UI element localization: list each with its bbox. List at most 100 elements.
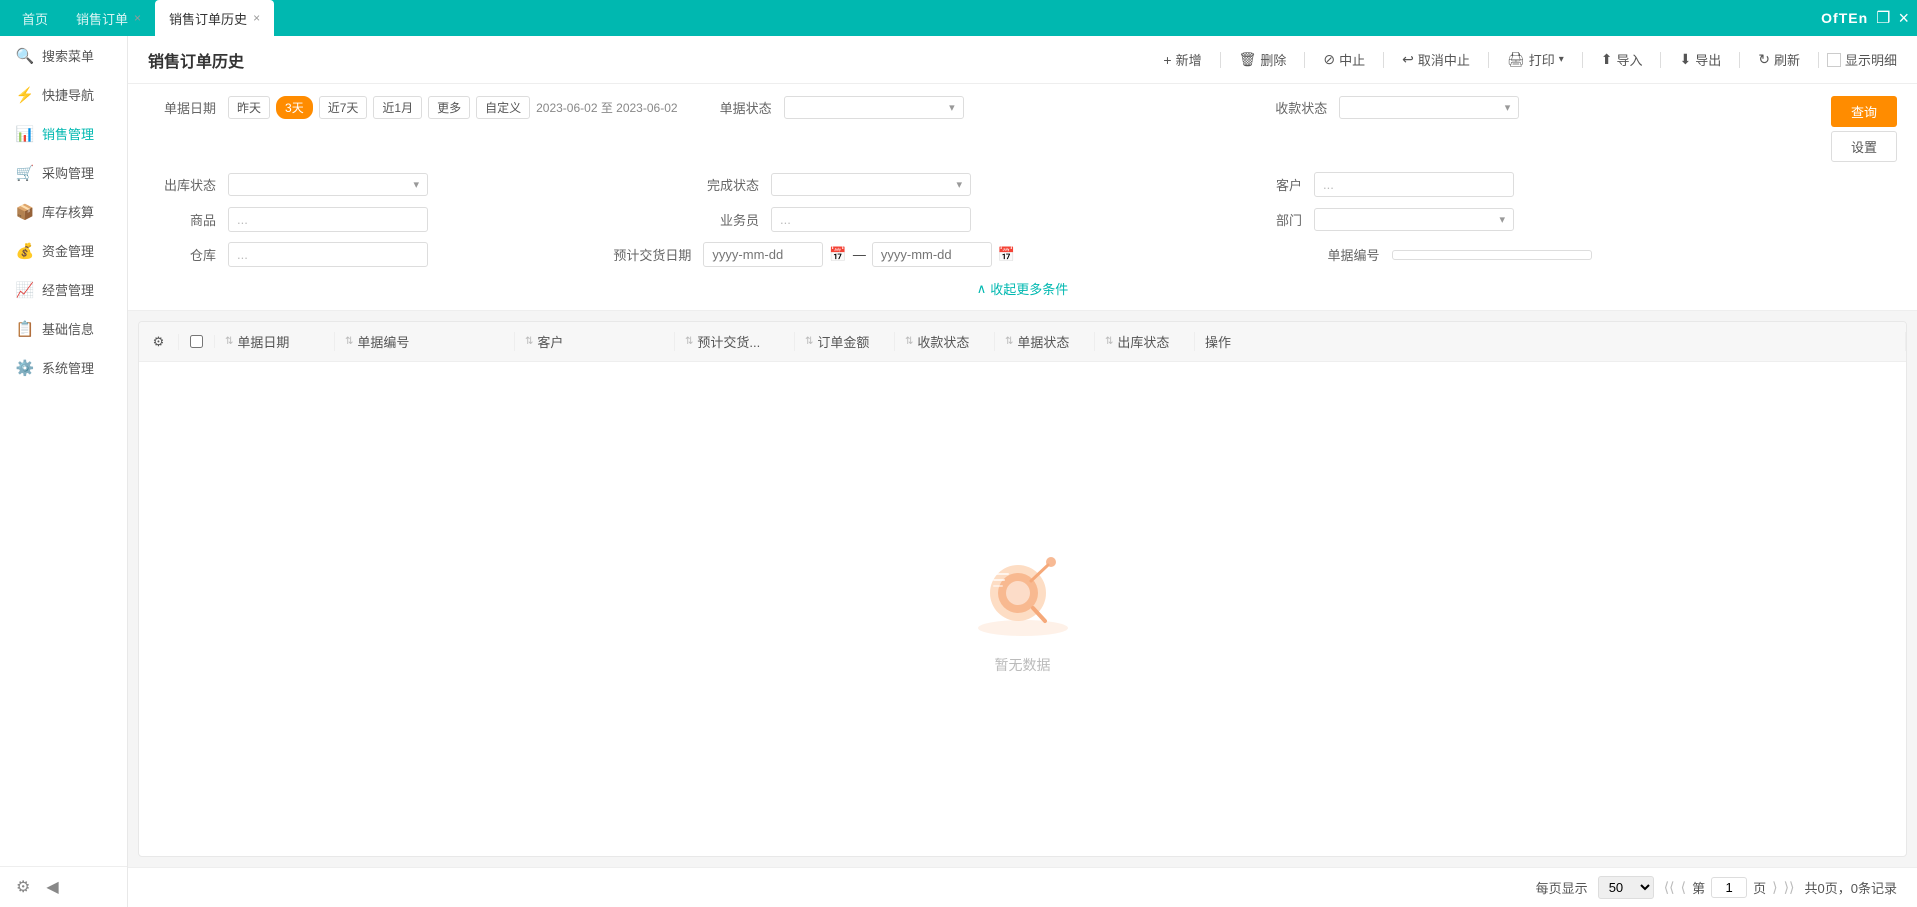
- new-label: 新增: [1176, 50, 1202, 69]
- content-area: 销售订单历史 + 新增 🗑 删除 ⊘ 中止 ↩: [128, 36, 1917, 907]
- quick-nav-icon: ⚡: [16, 86, 34, 104]
- sort-amount-icon[interactable]: ⇅: [805, 336, 813, 347]
- date-btn-custom[interactable]: 自定义: [476, 96, 530, 119]
- department-select[interactable]: ▾: [1314, 208, 1514, 231]
- per-page-select[interactable]: 50 10 20 100: [1598, 876, 1654, 899]
- cancel-stop-button[interactable]: ↩ 取消中止: [1392, 46, 1480, 73]
- payment-status-select[interactable]: ▾: [1339, 96, 1519, 119]
- tab-sales-order-close[interactable]: ×: [134, 11, 141, 25]
- stop-button[interactable]: ⊘ 中止: [1313, 46, 1375, 73]
- delivery-date-to[interactable]: [872, 242, 992, 267]
- tab-sales-order-label: 销售订单: [76, 9, 128, 28]
- collapse-sidebar-icon[interactable]: ◀: [46, 877, 58, 897]
- th-delivery: ⇅ 预计交货...: [675, 332, 795, 351]
- complete-status-arrow: ▾: [956, 178, 962, 191]
- tab-home[interactable]: 首页: [8, 0, 62, 36]
- divider-3: [1383, 52, 1384, 68]
- per-page-label: 每页显示: [1536, 878, 1588, 897]
- th-amount-label: 订单金额: [817, 332, 869, 351]
- close-icon[interactable]: ×: [1898, 8, 1909, 29]
- display-cols-checkbox[interactable]: [1827, 53, 1841, 67]
- th-pay-status-label: 收款状态: [917, 332, 969, 351]
- query-button[interactable]: 查询: [1831, 96, 1897, 127]
- date-btn-more[interactable]: 更多: [428, 96, 470, 119]
- sort-order-no-icon[interactable]: ⇅: [345, 336, 353, 347]
- th-check[interactable]: [179, 335, 215, 348]
- divider-1: [1220, 52, 1221, 68]
- page-number-input[interactable]: [1711, 877, 1747, 898]
- select-all-checkbox[interactable]: [190, 335, 203, 348]
- date-btn-today[interactable]: 昨天: [228, 96, 270, 119]
- date-btn-7days[interactable]: 近7天: [319, 96, 368, 119]
- empty-illustration: 暂无数据: [963, 543, 1083, 675]
- refresh-label: 刷新: [1774, 50, 1800, 69]
- sort-out-status-icon[interactable]: ⇅: [1105, 336, 1113, 347]
- collapse-more-btn[interactable]: ∧ 收起更多条件: [977, 279, 1069, 298]
- date-range-dash: —: [853, 247, 866, 262]
- print-button[interactable]: 🖨 打印 ▾: [1497, 46, 1574, 73]
- table-footer: 每页显示 50 10 20 100 ⟨⟨ ⟨ 第 页 ⟩ ⟩⟩ 共0页，0条记录: [128, 867, 1917, 907]
- date-btn-3days[interactable]: 3天: [276, 96, 313, 119]
- divider-4: [1488, 52, 1489, 68]
- gear-settings-icon[interactable]: ⚙: [153, 334, 165, 350]
- th-date: ⇅ 单据日期: [215, 332, 335, 351]
- sort-date-icon[interactable]: ⇅: [225, 336, 233, 347]
- product-label: 商品: [148, 210, 228, 229]
- warehouse-input[interactable]: ...: [228, 242, 428, 267]
- import-label: 导入: [1616, 50, 1642, 69]
- order-status-select[interactable]: ▾: [784, 96, 964, 119]
- settings-bottom-icon[interactable]: ⚙: [16, 877, 30, 897]
- sidebar-item-purchase-mgmt-label: 采购管理: [42, 163, 94, 182]
- sidebar-item-system[interactable]: ⚙️ 系统管理: [0, 348, 127, 387]
- customer-input[interactable]: ...: [1314, 172, 1514, 197]
- cal-from-icon[interactable]: 📅: [829, 246, 846, 263]
- order-no-input[interactable]: [1392, 250, 1592, 260]
- page-prev-btn[interactable]: ⟨: [1681, 879, 1686, 896]
- top-bar: 首页 销售订单 × 销售订单历史 × OfTEn ❐ ×: [0, 0, 1917, 36]
- refresh-button[interactable]: ↻ 刷新: [1748, 46, 1810, 73]
- sidebar-item-finance[interactable]: 💰 资金管理: [0, 231, 127, 270]
- sort-customer-icon[interactable]: ⇅: [525, 336, 533, 347]
- sidebar-item-basic-info[interactable]: 📋 基础信息: [0, 309, 127, 348]
- th-gear[interactable]: ⚙: [139, 334, 179, 350]
- complete-status-select[interactable]: ▾: [771, 173, 971, 196]
- sidebar-item-operations[interactable]: 📈 经营管理: [0, 270, 127, 309]
- table-container: ⚙ ⇅ 单据日期 ⇅ 单据编号 ⇅ 客户 ⇅: [138, 321, 1907, 857]
- date-btn-1month[interactable]: 近1月: [373, 96, 422, 119]
- restore-icon[interactable]: ❐: [1876, 8, 1890, 28]
- date-range-text: 2023-06-02 至 2023-06-02: [536, 99, 677, 116]
- page-first-btn[interactable]: ⟨⟨: [1664, 879, 1675, 896]
- payment-status-arrow: ▾: [1505, 101, 1511, 114]
- product-input[interactable]: ...: [228, 207, 428, 232]
- delivery-date-from[interactable]: [703, 242, 823, 267]
- display-cols-toggle[interactable]: 显示明细: [1827, 50, 1897, 69]
- sort-order-status-icon[interactable]: ⇅: [1005, 336, 1013, 347]
- page-last-btn[interactable]: ⟩⟩: [1784, 879, 1795, 896]
- delivery-status-select[interactable]: ▾: [228, 173, 428, 196]
- sidebar-item-search-menu[interactable]: 🔍 搜索菜单: [0, 36, 127, 75]
- sort-pay-status-icon[interactable]: ⇅: [905, 336, 913, 347]
- tab-sales-order[interactable]: 销售订单 ×: [62, 0, 155, 36]
- tab-sales-order-history-close[interactable]: ×: [253, 11, 260, 25]
- warehouse-label: 仓库: [148, 245, 228, 264]
- sidebar-item-sales-mgmt[interactable]: 📊 销售管理: [0, 114, 127, 153]
- sidebar-item-purchase-mgmt[interactable]: 🛒 采购管理: [0, 153, 127, 192]
- tab-sales-order-history[interactable]: 销售订单历史 ×: [155, 0, 274, 36]
- salesperson-input[interactable]: ...: [771, 207, 971, 232]
- export-button[interactable]: ⬇ 导出: [1669, 46, 1731, 73]
- th-ops: 操作: [1195, 332, 1906, 351]
- sidebar-item-quick-nav[interactable]: ⚡ 快捷导航: [0, 75, 127, 114]
- new-button[interactable]: + 新增: [1153, 46, 1211, 73]
- sidebar-item-inventory[interactable]: 📦 库存核算: [0, 192, 127, 231]
- cal-to-icon[interactable]: 📅: [998, 246, 1015, 263]
- page-next-btn[interactable]: ⟩: [1772, 879, 1777, 896]
- th-delivery-label: 预计交货...: [697, 332, 760, 351]
- sidebar: 🔍 搜索菜单 ⚡ 快捷导航 📊 销售管理 🛒 采购管理 📦 库存核算 💰 资金管…: [0, 36, 128, 907]
- import-button[interactable]: ⬆ 导入: [1591, 46, 1653, 73]
- sort-delivery-icon[interactable]: ⇅: [685, 336, 693, 347]
- th-pay-status: ⇅ 收款状态: [895, 332, 995, 351]
- new-icon: +: [1163, 52, 1171, 68]
- delete-button[interactable]: 🗑 删除: [1229, 46, 1297, 73]
- setting-button[interactable]: 设置: [1831, 131, 1897, 162]
- sidebar-item-inventory-label: 库存核算: [42, 202, 94, 221]
